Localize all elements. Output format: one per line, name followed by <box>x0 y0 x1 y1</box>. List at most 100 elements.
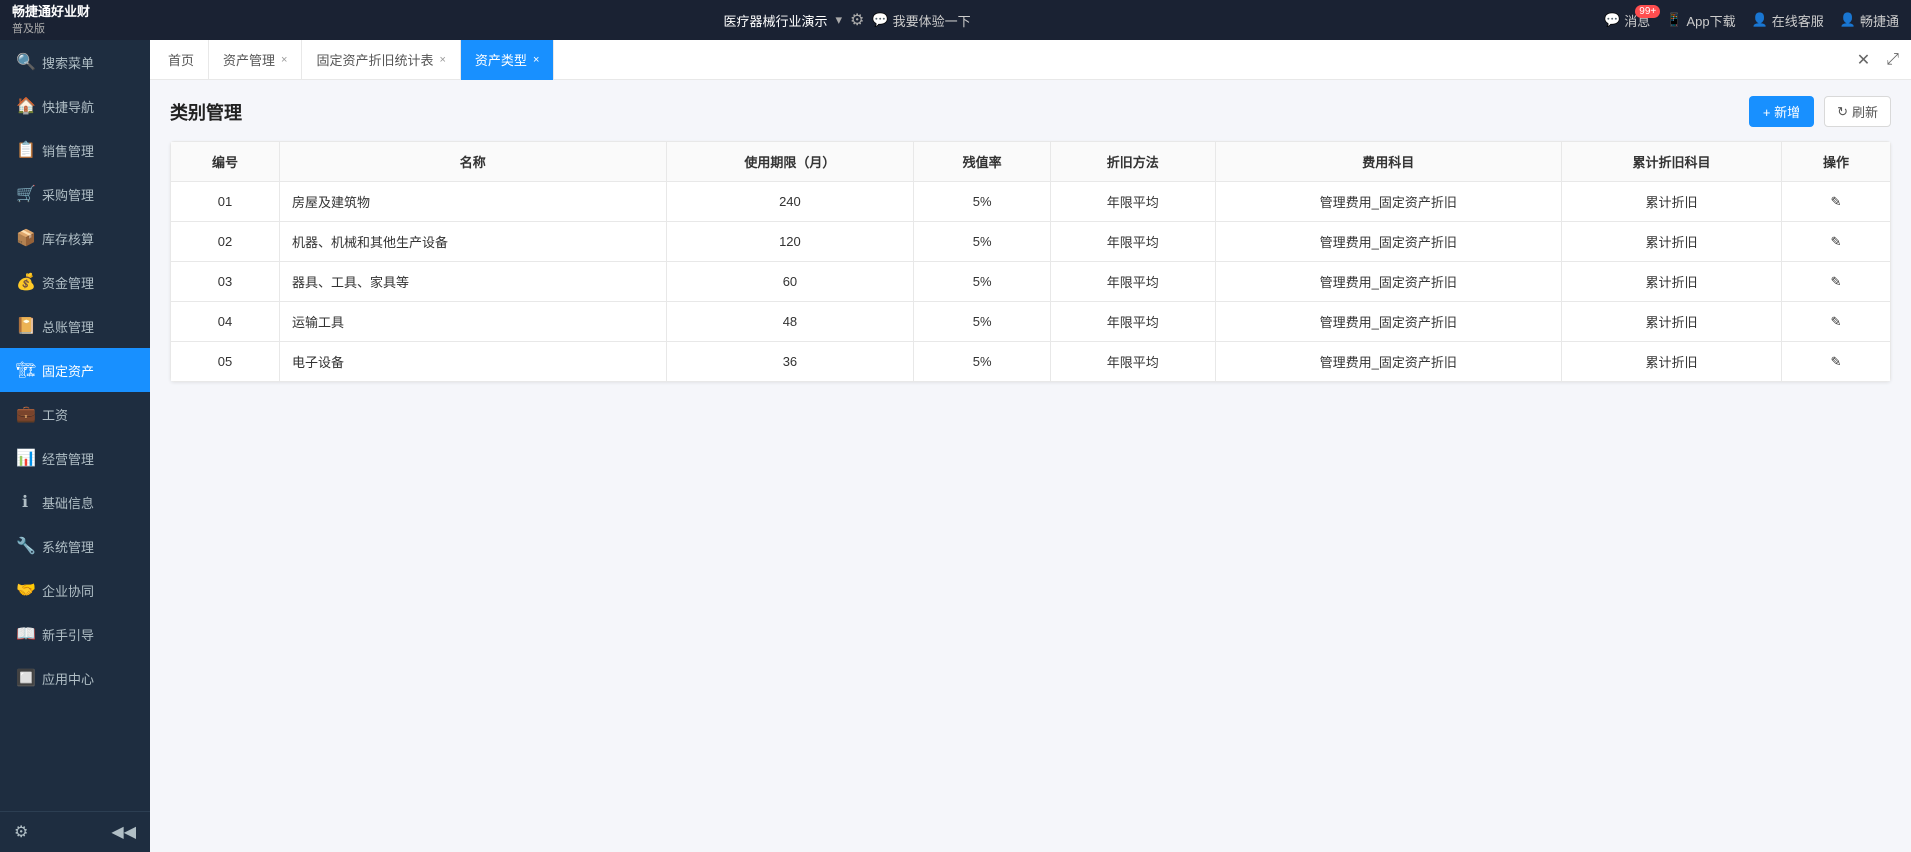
trial-button[interactable]: 💬 我要体验一下 <box>872 11 970 30</box>
cell-method-row1: 年限平均 <box>1051 222 1215 262</box>
tab-asset-mgmt[interactable]: 资产管理 × <box>209 40 302 80</box>
sidebar-item-apps[interactable]: 🔲 应用中心 <box>0 656 150 700</box>
tab-asset-type[interactable]: 资产类型 × <box>461 40 554 80</box>
tab-label-home: 首页 <box>168 50 194 69</box>
tab-expand-button[interactable]: ⤢ <box>1882 49 1903 71</box>
table-row: 02机器、机械和其他生产设备1205%年限平均管理费用_固定资产折旧累计折旧✎ <box>171 222 1891 262</box>
tab-depreciation-table[interactable]: 固定资产折旧统计表 × <box>302 40 460 80</box>
sidebar-item-salary[interactable]: 💼 工资 <box>0 392 150 436</box>
sidebar-nav: 🔍 搜索菜单🏠 快捷导航📋 销售管理🛒 采购管理📦 库存核算💰 资金管理📔 总账… <box>0 40 150 811</box>
sidebar-settings-button[interactable]: ⚙ <box>14 822 28 842</box>
sidebar-label-inventory: 库存核算 <box>42 229 94 248</box>
cell-code-row3: 04 <box>171 302 280 342</box>
tab-label-depreciation-table: 固定资产折旧统计表 <box>316 50 433 69</box>
col-header-5: 费用科目 <box>1215 142 1561 182</box>
tab-close-asset-type[interactable]: × <box>533 54 539 66</box>
logo-subtitle: 普及版 <box>12 20 90 36</box>
tab-bar: 首页 资产管理 × 固定资产折旧统计表 × 资产类型 × ✕ ⤢ <box>150 40 1911 80</box>
cell-method-row0: 年限平均 <box>1051 182 1215 222</box>
service-label: 在线客服 <box>1772 11 1824 30</box>
message-badge: 99+ <box>1635 5 1660 18</box>
col-header-4: 折旧方法 <box>1051 142 1215 182</box>
message-badge-item[interactable]: 💬 消息 99+ <box>1604 11 1650 30</box>
cell-edit-row4[interactable]: ✎ <box>1782 342 1891 382</box>
sidebar-bottom: ⚙ ◀◀ <box>0 811 150 852</box>
sidebar-icon-salary: 💼 <box>16 404 34 424</box>
tab-close-asset-mgmt[interactable]: × <box>281 54 287 66</box>
service-item[interactable]: 👤 在线客服 <box>1752 11 1824 30</box>
app-download-item[interactable]: 📱 App下载 <box>1666 11 1735 30</box>
col-header-2: 使用期限（月） <box>666 142 914 182</box>
cell-method-row3: 年限平均 <box>1051 302 1215 342</box>
company-dropdown-arrow[interactable]: ▾ <box>836 12 843 28</box>
tab-label-asset-type: 资产类型 <box>475 50 527 69</box>
page-header: 类别管理 + 新增 ↻ 刷新 <box>170 96 1891 127</box>
col-header-6: 累计折旧科目 <box>1562 142 1782 182</box>
sidebar-item-capital[interactable]: 💰 资金管理 <box>0 260 150 304</box>
sidebar-item-inventory[interactable]: 📦 库存核算 <box>0 216 150 260</box>
cell-months-row1: 120 <box>666 222 914 262</box>
app-icon: 📱 <box>1666 12 1682 28</box>
sidebar-item-ops[interactable]: 📊 经营管理 <box>0 436 150 480</box>
col-header-0: 编号 <box>171 142 280 182</box>
sidebar-item-purchase[interactable]: 🛒 采购管理 <box>0 172 150 216</box>
sidebar-label-apps: 应用中心 <box>42 669 94 688</box>
cell-name-row4: 电子设备 <box>279 342 666 382</box>
sidebar-item-search[interactable]: 🔍 搜索菜单 <box>0 40 150 84</box>
sidebar-collapse-button[interactable]: ◀◀ <box>111 822 136 842</box>
cell-edit-row0[interactable]: ✎ <box>1782 182 1891 222</box>
tab-close-depreciation-table[interactable]: × <box>439 54 445 66</box>
cell-months-row2: 60 <box>666 262 914 302</box>
sidebar-icon-sales: 📋 <box>16 140 34 160</box>
sidebar-icon-fixed-assets: 🏗 <box>16 360 34 380</box>
tab-label-asset-mgmt: 资产管理 <box>223 50 275 69</box>
sidebar-label-system: 系统管理 <box>42 537 94 556</box>
col-header-1: 名称 <box>279 142 666 182</box>
tab-close-button[interactable]: ✕ <box>1853 48 1874 72</box>
company-name: 医疗器械行业演示 <box>723 11 827 30</box>
cell-method-row4: 年限平均 <box>1051 342 1215 382</box>
sidebar-item-enterprise[interactable]: 🤝 企业协同 <box>0 568 150 612</box>
company-settings-button[interactable]: ⚙ <box>850 10 864 30</box>
cell-edit-row1[interactable]: ✎ <box>1782 222 1891 262</box>
sidebar-item-sales[interactable]: 📋 销售管理 <box>0 128 150 172</box>
sidebar-icon-enterprise: 🤝 <box>16 580 34 600</box>
page-content: 类别管理 + 新增 ↻ 刷新 编号名称使用期限（月）残值率折旧方法费用科目累计折… <box>150 80 1911 852</box>
cell-accumulated-row4: 累计折旧 <box>1562 342 1782 382</box>
sidebar-icon-inventory: 📦 <box>16 228 34 248</box>
sidebar-icon-system: 🔧 <box>16 536 34 556</box>
logo: 畅捷通好业财 普及版 <box>12 4 90 36</box>
sidebar-label-sales: 销售管理 <box>42 141 94 160</box>
user-item[interactable]: 👤 畅捷通 <box>1840 11 1899 30</box>
sidebar-label-fixed-assets: 固定资产 <box>42 361 94 380</box>
sidebar-item-ledger[interactable]: 📔 总账管理 <box>0 304 150 348</box>
cell-edit-row3[interactable]: ✎ <box>1782 302 1891 342</box>
sidebar-item-quick-nav[interactable]: 🏠 快捷导航 <box>0 84 150 128</box>
cell-name-row2: 器具、工具、家具等 <box>279 262 666 302</box>
sidebar-icon-apps: 🔲 <box>16 668 34 688</box>
new-button[interactable]: + 新增 <box>1749 96 1814 127</box>
message-icon: 💬 <box>1604 12 1620 28</box>
cell-accumulated-row3: 累计折旧 <box>1562 302 1782 342</box>
sidebar-item-guide[interactable]: 📖 新手引导 <box>0 612 150 656</box>
sidebar-icon-basic-info: ℹ <box>16 492 34 512</box>
app-label: App下载 <box>1686 11 1735 30</box>
refresh-icon: ↻ <box>1837 104 1848 120</box>
refresh-button[interactable]: ↻ 刷新 <box>1824 96 1891 127</box>
page-title: 类别管理 <box>170 99 242 125</box>
user-name: 畅捷通 <box>1860 11 1899 30</box>
main-layout: 🔍 搜索菜单🏠 快捷导航📋 销售管理🛒 采购管理📦 库存核算💰 资金管理📔 总账… <box>0 40 1911 852</box>
cell-method-row2: 年限平均 <box>1051 262 1215 302</box>
sidebar-item-system[interactable]: 🔧 系统管理 <box>0 524 150 568</box>
sidebar-label-ledger: 总账管理 <box>42 317 94 336</box>
topbar-center: 医疗器械行业演示 ▾ ⚙ 💬 我要体验一下 <box>723 10 970 30</box>
cell-edit-row2[interactable]: ✎ <box>1782 262 1891 302</box>
sidebar-item-basic-info[interactable]: ℹ 基础信息 <box>0 480 150 524</box>
content-area: 首页 资产管理 × 固定资产折旧统计表 × 资产类型 × ✕ ⤢ 类别管理 + 新增 ↻ 刷… <box>150 40 1911 852</box>
sidebar-icon-ledger: 📔 <box>16 316 34 336</box>
cell-expense-row4: 管理费用_固定资产折旧 <box>1215 342 1561 382</box>
sidebar-item-fixed-assets[interactable]: 🏗 固定资产 <box>0 348 150 392</box>
sidebar-icon-capital: 💰 <box>16 272 34 292</box>
cell-months-row4: 36 <box>666 342 914 382</box>
tab-home[interactable]: 首页 <box>158 40 209 80</box>
